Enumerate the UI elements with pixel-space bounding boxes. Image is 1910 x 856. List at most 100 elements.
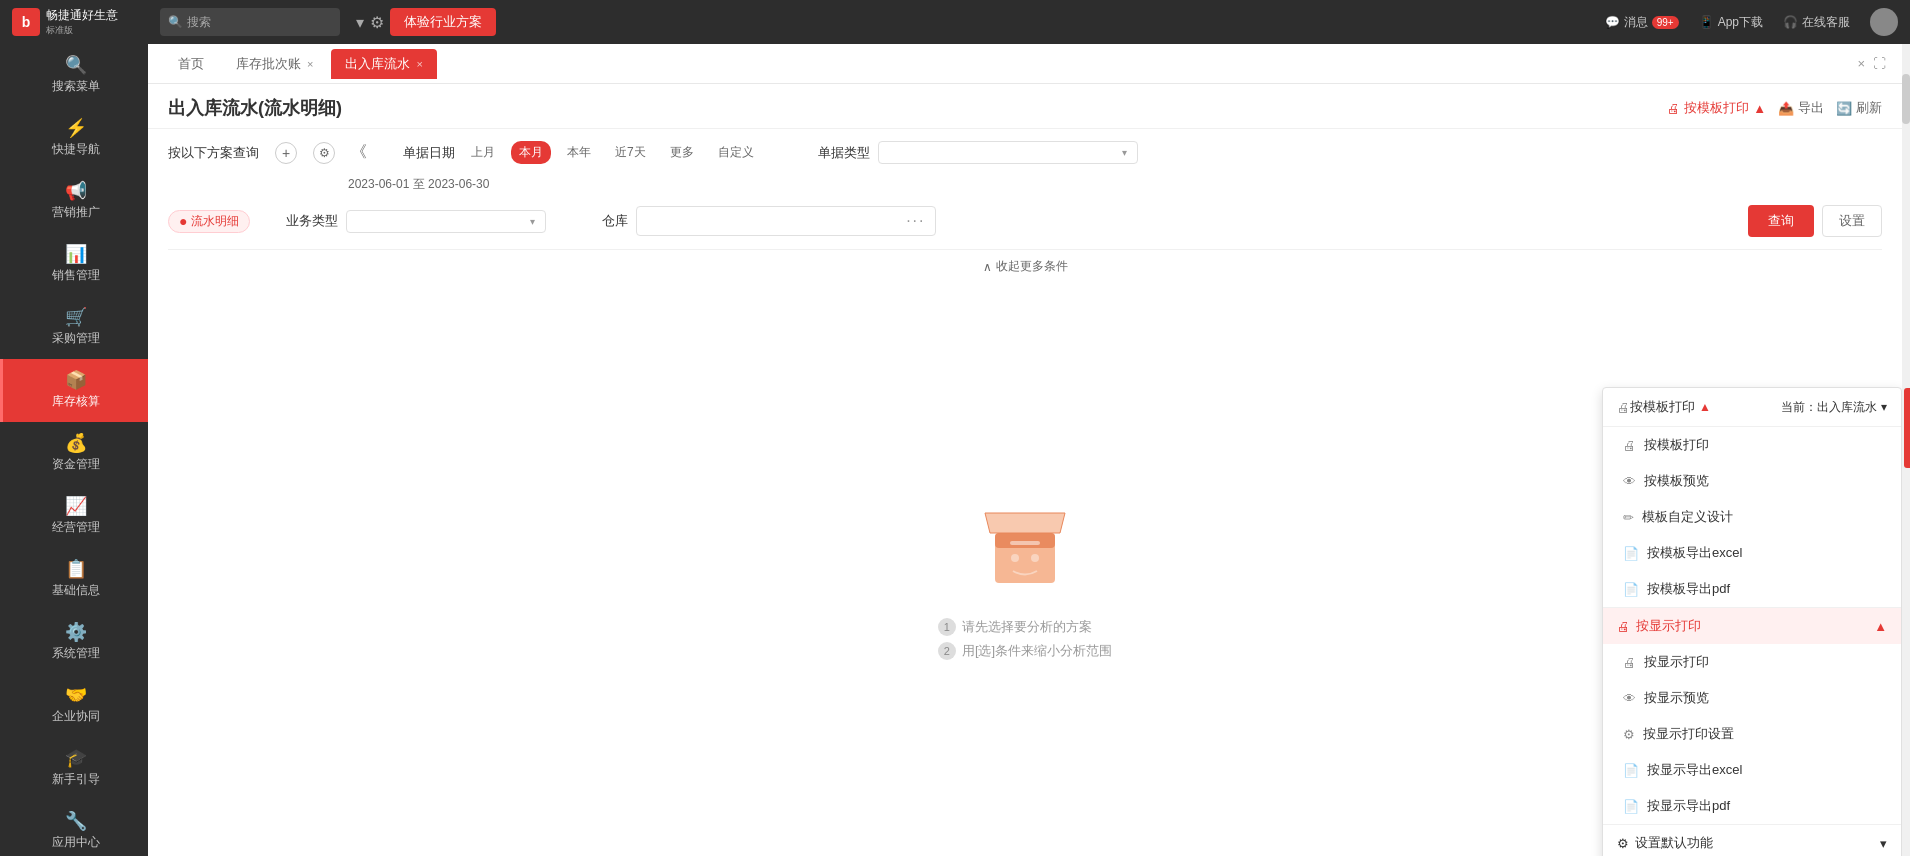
online-service-btn[interactable]: 🎧 在线客服	[1783, 14, 1850, 31]
panel-item-template-preview[interactable]: 👁 按模板预览	[1603, 463, 1901, 499]
filter-collapse-btn[interactable]: 《	[351, 142, 367, 163]
tab-home[interactable]: 首页	[164, 49, 218, 79]
sidebar-item-purchase[interactable]: 🛒 采购管理	[0, 296, 148, 359]
filter-gear-btn[interactable]: ⚙	[313, 142, 335, 164]
sidebar-item-apps[interactable]: 🔧 应用中心	[0, 800, 148, 856]
display-settings-icon: ⚙	[1623, 727, 1635, 742]
sidebar-item-marketing[interactable]: 📢 营销推广	[0, 170, 148, 233]
scrollbar-thumb	[1902, 74, 1910, 124]
date-btn-more[interactable]: 更多	[662, 141, 702, 164]
content-area: 首页 库存批次账 × 出入库流水 × × ⛶ 出入库流水(流水明细)	[148, 44, 1902, 856]
template-print-btn[interactable]: 🖨 按模板打印 ▲	[1667, 99, 1766, 117]
panel-item-template-design[interactable]: ✏ 模板自定义设计	[1603, 499, 1901, 535]
export-btn[interactable]: 📤 导出	[1778, 99, 1824, 117]
panel-section-default-header[interactable]: ⚙ 设置默认功能 ▾	[1603, 825, 1901, 856]
operations-icon: 📈	[65, 497, 87, 515]
win-maximize-icon[interactable]: ⛶	[1873, 56, 1886, 71]
date-range-display: 2023-06-01 至 2023-06-30	[348, 176, 489, 193]
panel-item-display-excel[interactable]: 📄 按显示导出excel	[1603, 752, 1901, 788]
biz-type-select[interactable]: ▾	[346, 210, 546, 233]
display-pdf-icon: 📄	[1623, 799, 1639, 814]
header-dropdown-icon[interactable]: ▾	[356, 13, 364, 32]
header-gear-icon[interactable]: ⚙	[370, 13, 384, 32]
empty-hints: 1 请先选择要分析的方案 2 用[选]条件来缩小分析范围	[938, 618, 1112, 660]
tab-close-batch[interactable]: ×	[307, 58, 313, 70]
industry-btn[interactable]: 体验行业方案	[390, 8, 496, 36]
tab-close-flow[interactable]: ×	[416, 58, 422, 70]
empty-hint-1: 1 请先选择要分析的方案	[938, 618, 1112, 636]
date-btn-this-month[interactable]: 本月	[511, 141, 551, 164]
print-icon: 🖨	[1667, 101, 1680, 116]
empty-illustration	[965, 483, 1085, 606]
win-close-icon[interactable]: ×	[1857, 56, 1865, 71]
panel-item-template-print[interactable]: 🖨 按模板打印	[1603, 427, 1901, 463]
panel-section-display-header[interactable]: 🖨 按显示打印 ▲	[1603, 608, 1901, 644]
panel-print-icon: 🖨	[1617, 400, 1630, 415]
msg-icon: 💬	[1605, 15, 1620, 29]
basic-icon: 📋	[65, 560, 87, 578]
refresh-icon: 🔄	[1836, 101, 1852, 116]
sidebar-item-guide[interactable]: 🎓 新手引导	[0, 737, 148, 800]
sidebar-item-operations[interactable]: 📈 经营管理	[0, 485, 148, 548]
page-content: 出入库流水(流水明细) 🖨 按模板打印 ▲ 📤 导出 🔄	[148, 84, 1902, 856]
sidebar-item-basic[interactable]: 📋 基础信息	[0, 548, 148, 611]
purchase-icon: 🛒	[65, 308, 87, 326]
type-select[interactable]: ▾	[878, 141, 1138, 164]
sidebar: 🔍 搜索菜单 ⚡ 快捷导航 📢 营销推广 📊 销售管理 🛒 采购管理 📦 库存核…	[0, 44, 148, 856]
sidebar-item-corp[interactable]: 🤝 企业协同	[0, 674, 148, 737]
filter-label: 按以下方案查询	[168, 144, 259, 162]
system-icon: ⚙️	[65, 623, 87, 641]
marketing-icon: 📢	[65, 182, 87, 200]
sidebar-item-finance[interactable]: 💰 资金管理	[0, 422, 148, 485]
filter-add-btn[interactable]: +	[275, 142, 297, 164]
page-title: 出入库流水(流水明细)	[168, 96, 342, 120]
warehouse-more-btn[interactable]: ···	[906, 212, 925, 230]
collapse-more-btn[interactable]: ∧ 收起更多条件	[168, 249, 1882, 275]
date-btn-last-month[interactable]: 上月	[463, 141, 503, 164]
top-header: b 畅捷通好生意 标准版 🔍 搜索 ▾ ⚙ 体验行业方案 💬 消息 99+ 📱 …	[0, 0, 1910, 44]
settings-button[interactable]: 设置	[1822, 205, 1882, 237]
apps-icon: 🔧	[65, 812, 87, 830]
tab-controls: × ⛶	[1857, 56, 1886, 71]
template-print-icon: 🖨	[1623, 438, 1636, 453]
chevron-up-icon: ∧	[983, 260, 992, 274]
sidebar-item-quick-nav[interactable]: ⚡ 快捷导航	[0, 107, 148, 170]
sidebar-item-sales[interactable]: 📊 销售管理	[0, 233, 148, 296]
export-icon: 📤	[1778, 101, 1794, 116]
panel-item-template-excel[interactable]: 📄 按模板导出excel	[1603, 535, 1901, 571]
date-btn-custom[interactable]: 自定义	[710, 141, 762, 164]
svg-rect-2	[1010, 541, 1040, 545]
panel-item-template-pdf[interactable]: 📄 按模板导出pdf	[1603, 571, 1901, 607]
panel-item-display-print[interactable]: 🖨 按显示打印	[1603, 644, 1901, 680]
inventory-icon: 📦	[65, 371, 87, 389]
sidebar-item-system[interactable]: ⚙️ 系统管理	[0, 611, 148, 674]
warehouse-select[interactable]: ···	[636, 206, 936, 236]
msg-btn[interactable]: 💬 消息 99+	[1605, 14, 1679, 31]
type-filter-section: 单据类型 ▾	[818, 141, 1138, 164]
date-btn-this-year[interactable]: 本年	[559, 141, 599, 164]
app-download-btn[interactable]: 📱 App下载	[1699, 14, 1763, 31]
quick-nav-icon: ⚡	[65, 119, 87, 137]
sidebar-item-inventory[interactable]: 📦 库存核算	[0, 359, 148, 422]
query-button[interactable]: 查询	[1748, 205, 1814, 237]
logo-area: b 畅捷通好生意 标准版	[12, 7, 152, 37]
panel-item-display-settings[interactable]: ⚙ 按显示打印设置	[1603, 716, 1901, 752]
search-sidebar-icon: 🔍	[65, 56, 87, 74]
chevron-up-icon: ▲	[1753, 101, 1766, 116]
header-search-box[interactable]: 🔍 搜索	[160, 8, 340, 36]
date-btn-7days[interactable]: 近7天	[607, 141, 654, 164]
template-excel-icon: 📄	[1623, 546, 1639, 561]
sidebar-item-search[interactable]: 🔍 搜索菜单	[0, 44, 148, 107]
headset-icon: 🎧	[1783, 15, 1798, 29]
panel-item-display-pdf[interactable]: 📄 按显示导出pdf	[1603, 788, 1901, 824]
refresh-btn[interactable]: 🔄 刷新	[1836, 99, 1882, 117]
flow-tag[interactable]: ● 流水明细	[168, 210, 250, 233]
panel-current: 当前：出入库流水 ▾	[1781, 399, 1887, 416]
tab-flow[interactable]: 出入库流水 ×	[331, 49, 436, 79]
panel-item-display-preview[interactable]: 👁 按显示预览	[1603, 680, 1901, 716]
right-edge-bar	[1904, 388, 1910, 468]
user-menu[interactable]	[1870, 8, 1898, 36]
tab-batch[interactable]: 库存批次账 ×	[222, 49, 327, 79]
guide-icon: 🎓	[65, 749, 87, 767]
filter-row-1: 按以下方案查询 + ⚙ 《 单据日期 上月	[168, 141, 1882, 164]
